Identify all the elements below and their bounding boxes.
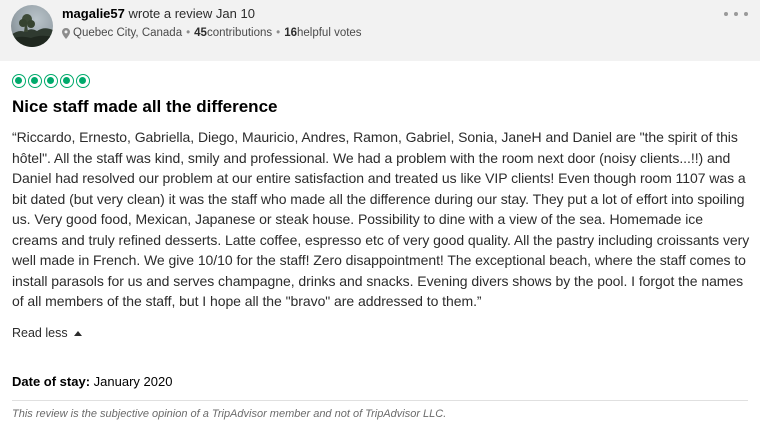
- more-dot: [724, 12, 728, 16]
- reviewer-location: Quebec City, Canada: [73, 27, 183, 39]
- helpful-votes-label: helpful votes: [296, 27, 362, 39]
- date-of-stay-label: Date of stay:: [12, 374, 91, 389]
- divider: [12, 400, 748, 401]
- date-of-stay-value: January 2020: [90, 374, 173, 389]
- separator-dot: •: [186, 27, 191, 39]
- review-header: magalie57 wrote a review Jan 10 Quebec C…: [0, 0, 760, 61]
- bubble-rating: [12, 74, 90, 88]
- more-dot: [734, 12, 738, 16]
- rating-bubble-icon: [76, 74, 90, 88]
- review-body: “Riccardo, Ernesto, Gabriella, Diego, Ma…: [12, 129, 750, 309]
- helpful-votes-count: 16: [284, 27, 297, 39]
- more-dot: [744, 12, 748, 16]
- contributions-count: 45: [194, 27, 207, 39]
- rating-bubble-icon: [60, 74, 74, 88]
- reviewer-line: magalie57 wrote a review Jan 10: [62, 6, 255, 21]
- review-disclaimer: This review is the subjective opinion of…: [12, 408, 447, 420]
- date-of-stay: Date of stay: January 2020: [12, 374, 172, 389]
- map-pin-icon: [62, 27, 70, 39]
- caret-up-icon: [73, 330, 82, 336]
- more-options-icon[interactable]: [724, 6, 748, 22]
- avatar[interactable]: [11, 5, 53, 47]
- review-title[interactable]: Nice staff made all the difference: [12, 97, 277, 117]
- contributions-label: contributions: [206, 27, 273, 39]
- separator-dot: •: [276, 27, 281, 39]
- review-action-text: wrote a review Jan 10: [124, 6, 255, 21]
- avatar-photo-icon: [11, 14, 53, 47]
- rating-bubble-icon: [28, 74, 42, 88]
- rating-bubble-icon: [44, 74, 58, 88]
- reviewer-meta: Quebec City, Canada • 45 contributions •…: [62, 27, 362, 39]
- reviewer-name[interactable]: magalie57: [62, 6, 125, 21]
- rating-bubble-icon: [12, 74, 26, 88]
- read-less-button[interactable]: Read less: [12, 326, 82, 340]
- read-less-label: Read less: [12, 326, 68, 340]
